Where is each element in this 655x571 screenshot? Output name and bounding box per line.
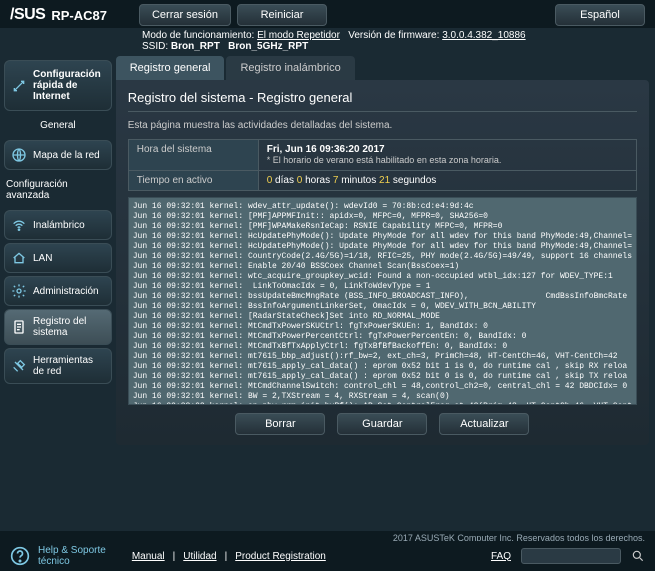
panel-title: Registro del sistema - Registro general: [128, 90, 637, 105]
sidebar-label: Inalámbrico: [33, 220, 85, 231]
language-dropdown[interactable]: Español: [555, 4, 645, 26]
gear-icon: [11, 283, 27, 299]
utility-link[interactable]: Utilidad: [183, 551, 216, 562]
systime-note: * El horario de verano está habilitado e…: [267, 155, 502, 165]
logout-button[interactable]: Cerrar sesión: [139, 4, 231, 26]
sidebar-lan[interactable]: LAN: [4, 243, 112, 273]
document-icon: [11, 319, 27, 335]
sidebar-quick-setup[interactable]: Configuración rápida de Internet: [4, 60, 112, 111]
sidebar-wireless[interactable]: Inalámbrico: [4, 210, 112, 240]
sidebar-netmap[interactable]: Mapa de la red: [4, 140, 112, 170]
tab-wireless-log[interactable]: Registro inalámbrico: [226, 56, 354, 80]
ssid-label: SSID:: [142, 41, 168, 52]
save-button[interactable]: Guardar: [337, 413, 427, 435]
systime-value: Fri, Jun 16 09:36:20 2017: [267, 144, 385, 155]
sidebar-section-general: General: [4, 114, 112, 137]
firmware-link[interactable]: 3.0.0.4.382_10886: [442, 30, 525, 41]
uptime-value: 0 días 0 horas 7 minutos 21 segundos: [259, 171, 636, 190]
mode-label: Modo de funcionamiento:: [142, 30, 254, 41]
systime-label: Hora del sistema: [129, 140, 259, 170]
tab-general-log[interactable]: Registro general: [116, 56, 225, 80]
sidebar-section-advanced: Configuración avanzada: [4, 173, 112, 207]
help-label: Help & Soporte técnico: [38, 545, 106, 567]
reboot-button[interactable]: Reiniciar: [237, 4, 327, 26]
sidebar-nettools[interactable]: Herramientas de red: [4, 348, 112, 384]
model-name: RP-AC87: [51, 8, 107, 23]
sidebar-label: Mapa de la red: [33, 150, 100, 161]
sidebar-label: Configuración rápida de Internet: [33, 69, 105, 102]
globe-icon: [11, 147, 27, 163]
sidebar-label: Administración: [33, 286, 99, 297]
manual-link[interactable]: Manual: [132, 551, 165, 562]
sidebar-label: Herramientas de red: [33, 355, 105, 377]
firmware-label: Versión de firmware:: [348, 30, 439, 41]
faq-link[interactable]: FAQ: [491, 551, 511, 562]
sidebar-admin[interactable]: Administración: [4, 276, 112, 306]
product-registration-link[interactable]: Product Registration: [235, 551, 326, 562]
clear-button[interactable]: Borrar: [235, 413, 325, 435]
brand-logo: /SUS: [10, 6, 45, 24]
panel-description: Esta página muestra las actividades deta…: [128, 120, 637, 131]
uptime-label: Tiempo en activo: [129, 171, 259, 190]
sidebar-syslog[interactable]: Registro del sistema: [4, 309, 112, 345]
tools-icon: [11, 358, 27, 374]
home-icon: [11, 250, 27, 266]
wand-icon: [11, 78, 27, 94]
sidebar: Configuración rápida de Internet General…: [0, 56, 116, 531]
ssid-5g: Bron_5GHz_RPT: [228, 41, 308, 52]
sidebar-label: LAN: [33, 253, 52, 264]
mode-link[interactable]: El modo Repetidor: [257, 30, 340, 41]
help-icon[interactable]: [10, 546, 30, 566]
status-meta: Modo de funcionamiento: El modo Repetido…: [0, 28, 655, 56]
wifi-icon: [11, 217, 27, 233]
ssid-24g: Bron_RPT: [171, 41, 220, 52]
search-icon[interactable]: [631, 549, 645, 563]
log-textarea[interactable]: Jun 16 09:32:01 kernel: wdev_attr_update…: [128, 197, 637, 405]
refresh-button[interactable]: Actualizar: [439, 413, 529, 435]
sidebar-label: Registro del sistema: [33, 316, 105, 338]
search-input[interactable]: [521, 548, 621, 564]
